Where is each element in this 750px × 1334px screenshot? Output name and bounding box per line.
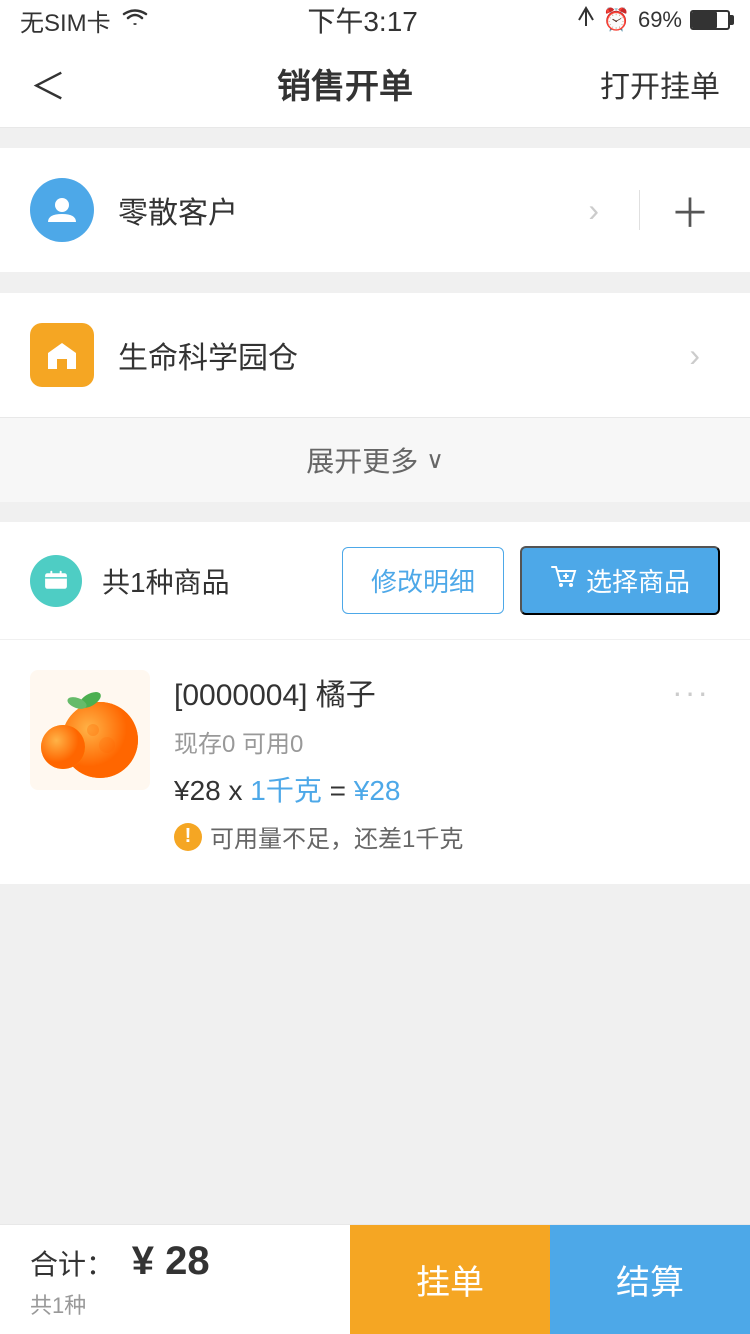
products-section: 共1种商品 修改明细 选择商品 <box>0 522 750 884</box>
page-title: 销售开单 <box>277 59 413 108</box>
battery-percent: 69% <box>638 7 682 33</box>
status-right: ⏰ 69% <box>577 6 730 34</box>
product-info: [0000004] 橘子 现存0 可用0 ¥28 x 1千克 = ¥28 ! 可… <box>174 670 662 854</box>
battery-icon <box>690 10 730 30</box>
status-left: 无SIM卡 <box>20 3 149 38</box>
product-stock: 现存0 可用0 <box>174 724 662 759</box>
footer: 合计： ¥ 28 共1种 挂单 结算 <box>0 1224 750 1334</box>
total-sub: 共1种 <box>30 1288 320 1320</box>
products-count: 共1种商品 <box>102 561 342 601</box>
product-warning: ! 可用量不足，还差1千克 <box>174 819 662 854</box>
select-product-label: 选择商品 <box>586 562 690 599</box>
expand-arrow-icon: ∨ <box>426 446 444 475</box>
alarm-icon: ⏰ <box>603 7 630 33</box>
add-customer-button[interactable]: ＋ <box>660 181 720 239</box>
product-unit-price: ¥28 x <box>174 775 250 806</box>
warehouse-row[interactable]: 生命科学园仓 › <box>0 293 750 417</box>
customer-chevron-icon: › <box>588 192 599 229</box>
customer-row[interactable]: 零散客户 › ＋ <box>0 148 750 273</box>
products-header: 共1种商品 修改明细 选择商品 <box>0 522 750 640</box>
expand-text: 展开更多 <box>306 440 418 480</box>
expand-more-button[interactable]: 展开更多 ∨ <box>0 417 750 502</box>
product-total-price: ¥28 <box>354 775 401 806</box>
checkout-button[interactable]: 结算 <box>550 1225 750 1334</box>
customer-divider <box>639 190 640 230</box>
section-gap-2 <box>0 273 750 293</box>
product-item: [0000004] 橘子 现存0 可用0 ¥28 x 1千克 = ¥28 ! 可… <box>0 640 750 884</box>
product-title: 橘子 <box>316 679 376 712</box>
modify-detail-button[interactable]: 修改明细 <box>342 547 504 614</box>
warning-icon: ! <box>174 823 202 851</box>
select-product-button[interactable]: 选择商品 <box>520 546 720 615</box>
customer-name: 零散客户 <box>118 188 588 232</box>
status-bar: 无SIM卡 下午3:17 ⏰ 69% <box>0 0 750 40</box>
product-price-row: ¥28 x 1千克 = ¥28 <box>174 769 662 809</box>
footer-total: 合计： ¥ 28 共1种 <box>0 1239 350 1320</box>
products-icon <box>30 555 82 607</box>
back-button[interactable]: ＜ <box>30 58 90 110</box>
location-icon <box>577 6 595 34</box>
product-quantity: 1千克 <box>250 775 322 806</box>
nav-bar: ＜ 销售开单 打开挂单 <box>0 40 750 128</box>
wifi-icon <box>121 6 149 35</box>
product-name: [0000004] 橘子 <box>174 670 662 714</box>
total-amount: ¥ 28 <box>132 1239 210 1283</box>
product-more-button[interactable]: ··· <box>662 670 720 715</box>
warehouse-chevron-icon: › <box>689 337 700 374</box>
customer-avatar <box>30 178 94 242</box>
product-code: [0000004] <box>174 679 316 712</box>
warehouse-icon <box>30 323 94 387</box>
warning-text: 可用量不足，还差1千克 <box>210 819 463 854</box>
open-hang-button[interactable]: 打开挂单 <box>600 62 720 106</box>
hang-button[interactable]: 挂单 <box>350 1225 550 1334</box>
warehouse-name: 生命科学园仓 <box>118 333 689 377</box>
section-gap-1 <box>0 128 750 148</box>
status-time: 下午3:17 <box>307 0 418 40</box>
price-equals: = <box>330 775 354 806</box>
product-image <box>30 670 150 790</box>
carrier-text: 无SIM卡 <box>20 3 111 38</box>
cart-icon <box>550 565 578 596</box>
total-label: 合计： <box>30 1249 114 1280</box>
